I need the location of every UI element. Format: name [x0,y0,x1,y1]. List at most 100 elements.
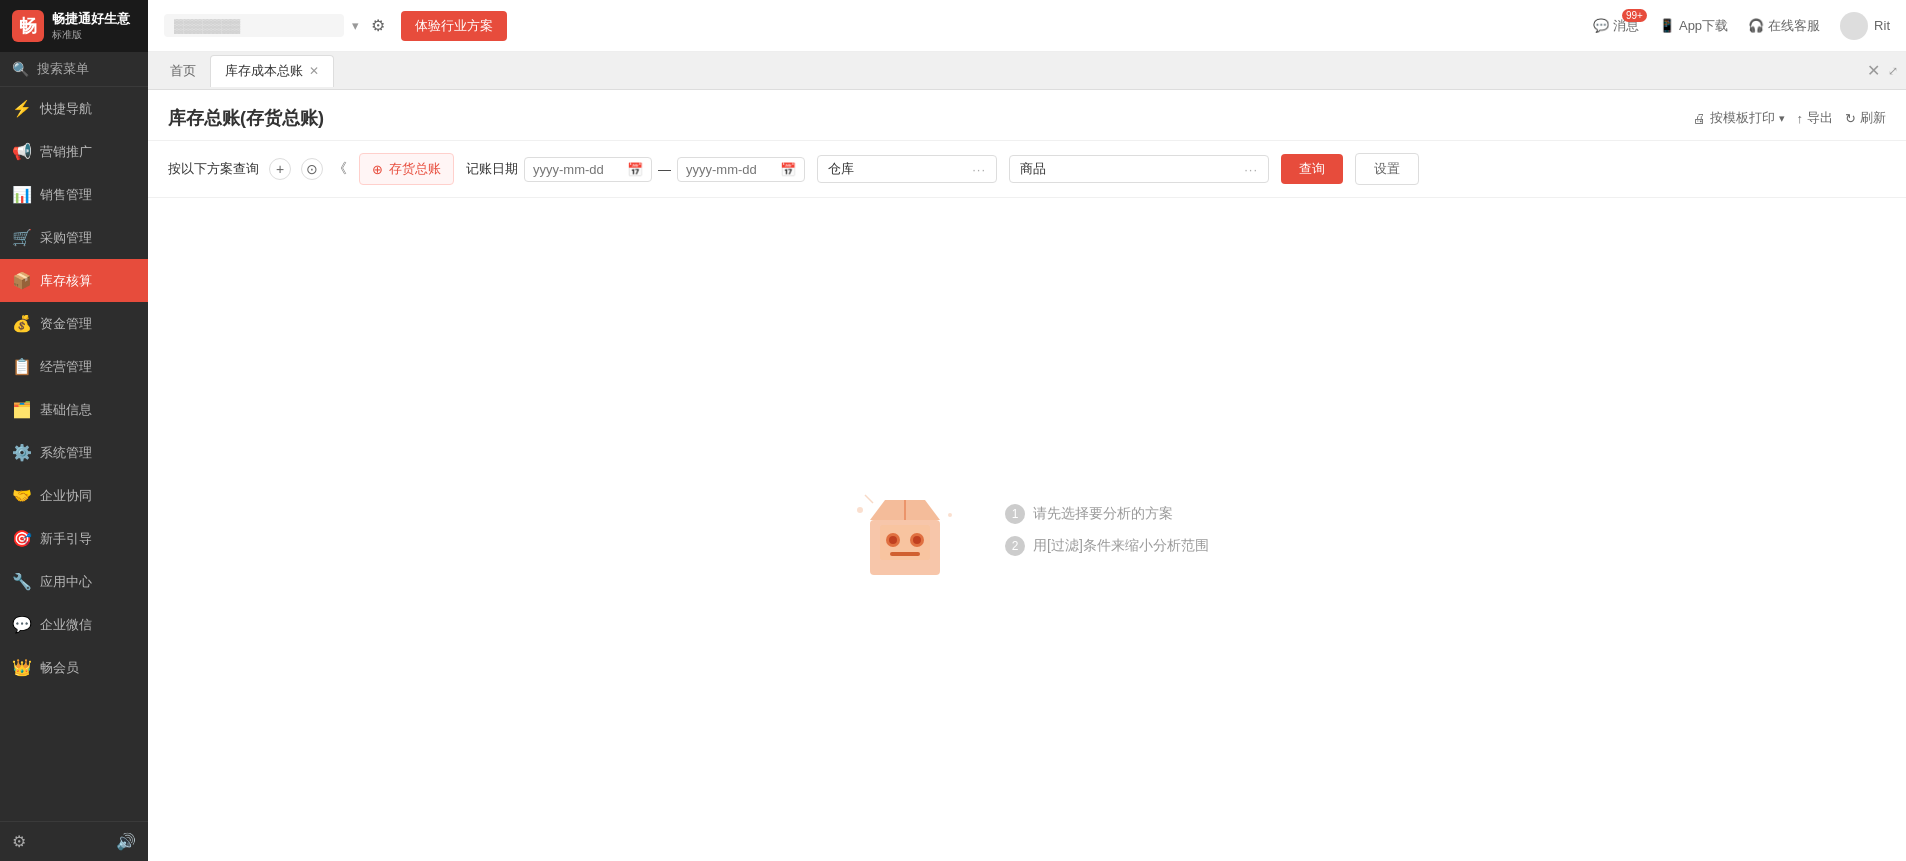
operation-label: 经营管理 [40,358,92,376]
query-btn[interactable]: 查询 [1281,154,1343,184]
scheme-icon: ⊕ [372,162,383,177]
sidebar-item-operation[interactable]: 📋 经营管理 [0,345,148,388]
wechat-icon: 💬 [12,615,30,634]
svg-point-6 [913,536,921,544]
quick-nav-icon: ⚡ [12,99,30,118]
sidebar-item-purchase[interactable]: 🛒 采购管理 [0,216,148,259]
step-1-circle: 1 [1005,504,1025,524]
logo-sub: 标准版 [52,28,130,41]
sidebar-item-inventory[interactable]: 📦 库存核算 [0,259,148,302]
main-area: ▓▓▓▓▓▓▓ ▾ ⚙ 体验行业方案 💬 消息 99+ 📱 App下载 🎧 在线… [148,0,1906,861]
topbar-dropdown-arrow[interactable]: ▾ [352,18,359,33]
filter-del-btn[interactable]: ⊙ [301,158,323,180]
member-label: 畅会员 [40,659,79,677]
tab-inventory-cost[interactable]: 库存成本总账 ✕ [210,55,334,87]
topbar-settings-icon[interactable]: ⚙ [371,16,385,35]
app-download-label: App下载 [1679,17,1728,35]
date-end-field[interactable] [686,162,776,177]
topbar-search-input[interactable]: ▓▓▓▓▓▓▓ [164,14,344,37]
sidebar-item-sales[interactable]: 📊 销售管理 [0,173,148,216]
user-avatar [1840,12,1868,40]
refresh-btn[interactable]: ↻ 刷新 [1845,109,1886,127]
online-service-btn[interactable]: 🎧 在线客服 [1748,17,1820,35]
print-icon: 🖨 [1693,111,1706,126]
refresh-label: 刷新 [1860,109,1886,127]
close-panel-btn[interactable]: ✕ [1867,61,1880,80]
sidebar-item-wechat[interactable]: 💬 企业微信 [0,603,148,646]
sales-icon: 📊 [12,185,30,204]
settings-filter-btn[interactable]: 设置 [1355,153,1419,185]
system-icon: ⚙️ [12,443,30,462]
date-start-field[interactable] [533,162,623,177]
empty-svg [845,470,965,590]
sidebar-item-marketing[interactable]: 📢 营销推广 [0,130,148,173]
app-center-label: 应用中心 [40,573,92,591]
product-label: 商品 [1020,160,1046,178]
warehouse-more-icon[interactable]: ··· [972,162,986,177]
svg-rect-7 [890,552,920,556]
settings-bottom-icon[interactable]: ⚙ [12,832,26,851]
calendar-start-icon[interactable]: 📅 [627,162,643,177]
product-more-icon[interactable]: ··· [1244,162,1258,177]
user-profile[interactable]: Rit [1840,12,1890,40]
tab-close-icon[interactable]: ✕ [309,64,319,78]
date-range-separator: — [658,162,671,177]
date-label: 记账日期 [466,160,518,178]
search-icon: 🔍 [12,61,29,77]
wechat-label: 企业微信 [40,616,92,634]
export-btn[interactable]: ↑ 导出 [1797,109,1834,127]
svg-point-5 [889,536,897,544]
sidebar-item-quick-nav[interactable]: ⚡ 快捷导航 [0,87,148,130]
audio-bottom-icon[interactable]: 🔊 [116,832,136,851]
calendar-end-icon[interactable]: 📅 [780,162,796,177]
sidebar-item-member[interactable]: 👑 畅会员 [0,646,148,689]
sidebar-item-system[interactable]: ⚙️ 系统管理 [0,431,148,474]
scheme-label: 存货总账 [389,160,441,178]
inventory-label: 库存核算 [40,272,92,290]
content-area: 库存总账(存货总账) 🖨 按模板打印 ▾ ↑ 导出 ↻ 刷新 [148,90,1906,861]
date-start-input[interactable]: 📅 [524,157,652,182]
sidebar-bottom: ⚙ 🔊 [0,821,148,861]
export-label: 导出 [1807,109,1833,127]
sidebar-item-app-center[interactable]: 🔧 应用中心 [0,560,148,603]
sidebar-item-enterprise[interactable]: 🤝 企业协同 [0,474,148,517]
filter-scheme[interactable]: ⊕ 存货总账 [359,153,454,185]
topbar-right: 💬 消息 99+ 📱 App下载 🎧 在线客服 Rit [1593,12,1890,40]
sidebar-item-newbie[interactable]: 🎯 新手引导 [0,517,148,560]
svg-line-10 [865,495,873,503]
enterprise-label: 企业协同 [40,487,92,505]
empty-illustration [845,470,965,590]
purchase-icon: 🛒 [12,228,30,247]
date-filter: 记账日期 📅 — 📅 [466,157,805,182]
message-btn[interactable]: 💬 消息 99+ [1593,17,1639,35]
export-icon: ↑ [1797,111,1804,126]
sidebar-item-basic[interactable]: 🗂️ 基础信息 [0,388,148,431]
warehouse-filter[interactable]: 仓库 ··· [817,155,997,183]
filter-section-label: 按以下方案查询 [168,160,259,178]
warehouse-label: 仓库 [828,160,854,178]
print-dropdown-icon[interactable]: ▾ [1779,112,1785,125]
expand-btn[interactable]: ⤢ [1888,64,1898,78]
app-download-btn[interactable]: 📱 App下载 [1659,17,1728,35]
sales-label: 销售管理 [40,186,92,204]
topbar: ▓▓▓▓▓▓▓ ▾ ⚙ 体验行业方案 💬 消息 99+ 📱 App下载 🎧 在线… [148,0,1906,52]
industry-btn[interactable]: 体验行业方案 [401,11,507,41]
sidebar-item-finance[interactable]: 💰 资金管理 [0,302,148,345]
sidebar-nav: ⚡ 快捷导航 📢 营销推广 📊 销售管理 🛒 采购管理 📦 库存核算 💰 资金管… [0,87,148,821]
filter-collapse-btn[interactable]: 《 [333,160,347,178]
print-btn[interactable]: 🖨 按模板打印 ▾ [1693,109,1785,127]
filter-section-left: 按以下方案查询 + ⊙ 《 [168,158,347,180]
logo-text: 畅捷通好生意 标准版 [52,11,130,41]
tab-home-label: 首页 [170,62,196,80]
finance-icon: 💰 [12,314,30,333]
search-menu-item[interactable]: 🔍 搜索菜单 [0,52,148,87]
marketing-icon: 📢 [12,142,30,161]
empty-text: 1 请先选择要分析的方案 2 用[过滤]条件来缩小分析范围 [1005,504,1209,556]
app-center-icon: 🔧 [12,572,30,591]
product-filter[interactable]: 商品 ··· [1009,155,1269,183]
inventory-icon: 📦 [12,271,30,290]
page-header: 库存总账(存货总账) 🖨 按模板打印 ▾ ↑ 导出 ↻ 刷新 [148,90,1906,141]
date-end-input[interactable]: 📅 [677,157,805,182]
filter-add-btn[interactable]: + [269,158,291,180]
tab-home[interactable]: 首页 [156,56,210,86]
